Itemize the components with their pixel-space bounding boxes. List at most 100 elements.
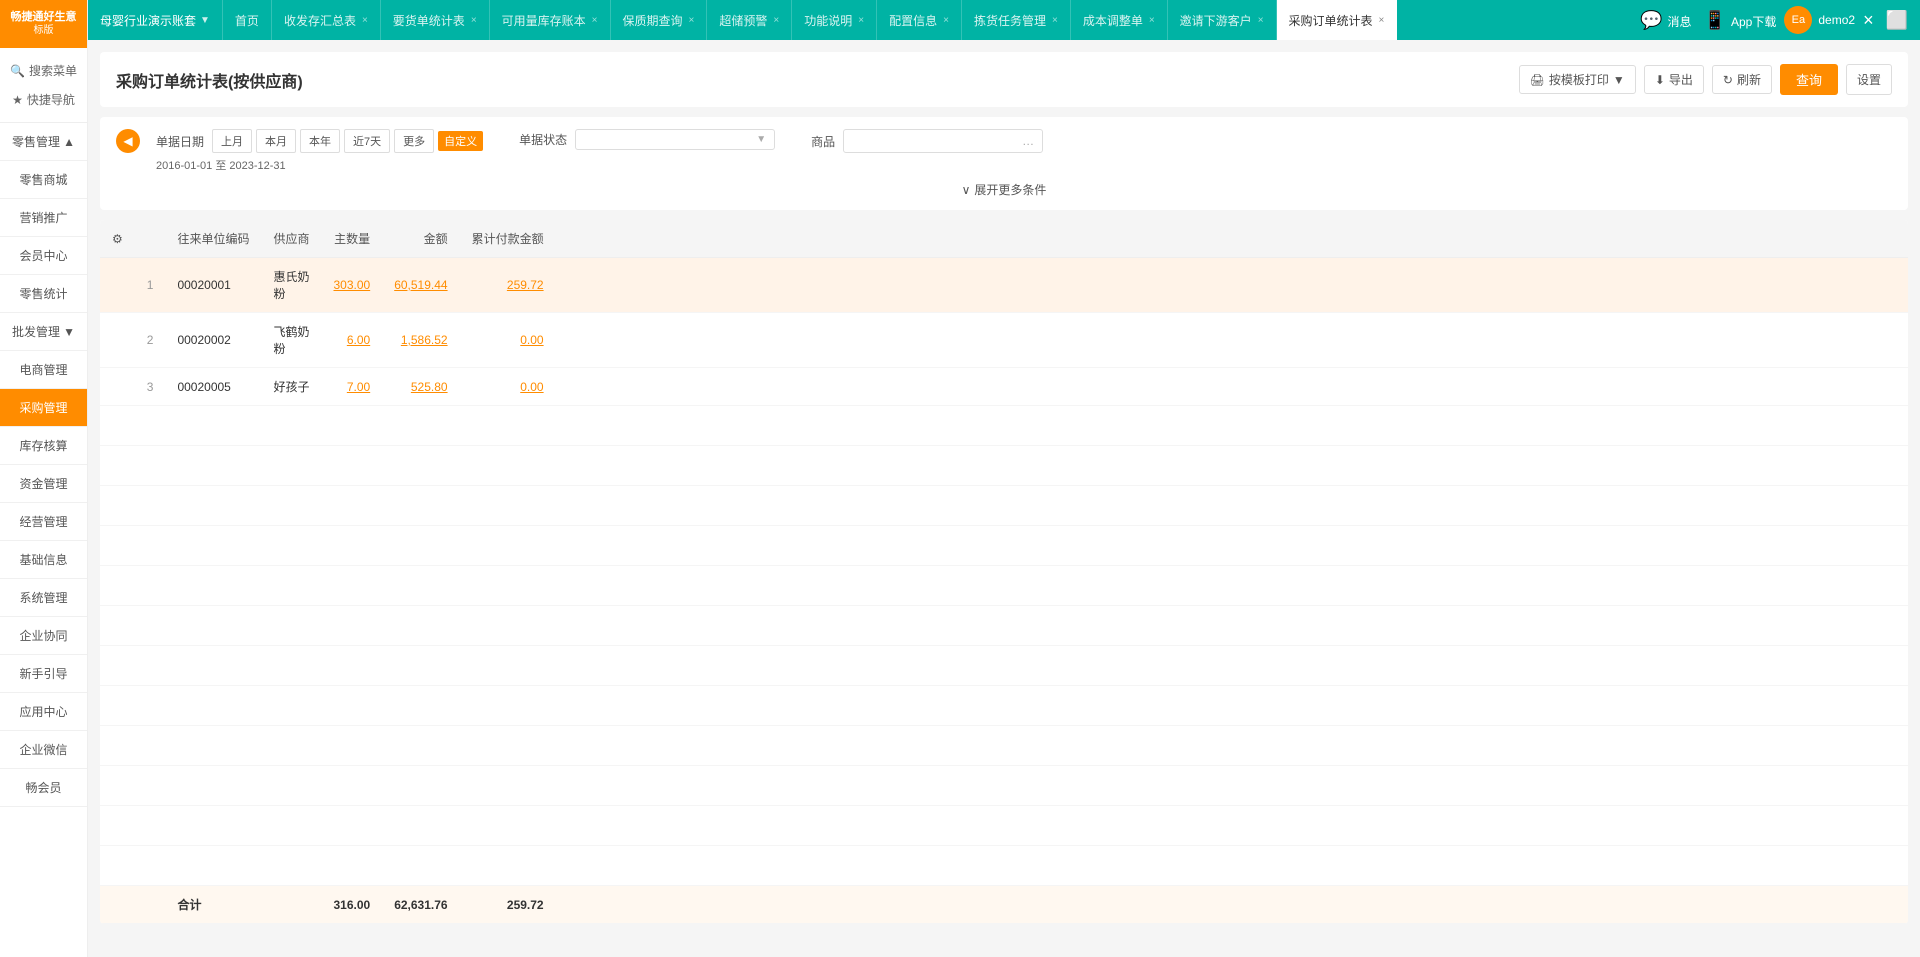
sidebar-item-app-center[interactable]: 应用中心 (0, 693, 87, 731)
empty-row (100, 846, 1908, 886)
data-table-container: ⚙ 往来单位编码 供应商 主数量 金额 累计付款金额 1 (100, 220, 1908, 924)
empty-row (100, 686, 1908, 726)
status-select[interactable]: ▼ (575, 129, 775, 150)
sidebar-item-operations[interactable]: 经营管理 (0, 503, 87, 541)
sidebar-item-basic-info[interactable]: 基础信息 (0, 541, 87, 579)
sidebar-item-enterprise[interactable]: 企业协同 (0, 617, 87, 655)
date-btn-7days[interactable]: 近7天 (344, 129, 390, 153)
amount-link[interactable]: 525.80 (411, 380, 448, 394)
sidebar-item-finance[interactable]: 资金管理 (0, 465, 87, 503)
tab-close-icon[interactable]: × (1379, 15, 1385, 26)
qty-link[interactable]: 6.00 (347, 333, 370, 347)
product-input[interactable]: … (843, 129, 1043, 153)
sidebar-item-member-center[interactable]: 会员中心 (0, 237, 87, 275)
tab-close-icon[interactable]: × (943, 15, 949, 26)
payment-link[interactable]: 259.72 (507, 278, 544, 292)
tab-config-info[interactable]: 配置信息 × (877, 0, 962, 40)
tab-invite-downstream[interactable]: 邀请下游客户 × (1168, 0, 1277, 40)
tab-close-icon[interactable]: × (689, 15, 695, 26)
tab-close-icon[interactable]: × (362, 15, 368, 26)
chevron-down-icon: ∨ (962, 183, 971, 197)
sidebar-item-ecommerce[interactable]: 电商管理 (0, 351, 87, 389)
query-btn[interactable]: 查询 (1780, 64, 1838, 95)
payment-link[interactable]: 0.00 (520, 380, 543, 394)
tab-usable-inventory[interactable]: 可用量库存账本 × (490, 0, 611, 40)
th-supplier-name: 供应商 (261, 220, 321, 258)
date-btn-more[interactable]: 更多 (394, 129, 434, 153)
chevron-down-icon: ▼ (63, 325, 75, 339)
sidebar-item-retail-shop[interactable]: 零售商城 (0, 161, 87, 199)
maximize-window-btn[interactable]: ⬜ (1882, 6, 1912, 35)
td-supplier-name: 飞鹤奶粉 (261, 313, 321, 368)
status-filter-group: 单据状态 ▼ (519, 129, 775, 150)
amount-link[interactable]: 60,519.44 (394, 278, 447, 292)
td-amount: 60,519.44 (382, 258, 459, 313)
sidebar-item-purchase[interactable]: 采购管理 (0, 389, 87, 427)
search-menu-item[interactable]: 🔍 搜索菜单 (4, 56, 83, 85)
footer-cumulative-payment: 259.72 (460, 886, 556, 924)
sidebar-item-label: 库存核算 (19, 437, 67, 454)
date-btn-this-month[interactable]: 本月 (256, 129, 296, 153)
sidebar-item-retail-manage[interactable]: 零售管理 ▲ (0, 123, 87, 161)
settings-btn[interactable]: 设置 (1846, 64, 1892, 95)
empty-row (100, 766, 1908, 806)
td-main-qty: 303.00 (321, 258, 382, 313)
tab-pick-task[interactable]: 拣货任务管理 × (962, 0, 1071, 40)
close-window-btn[interactable]: × (1859, 6, 1878, 35)
td-settings (100, 258, 135, 313)
tab-close-icon[interactable]: × (858, 15, 864, 26)
date-btn-this-year[interactable]: 本年 (300, 129, 340, 153)
tab-function-desc[interactable]: 功能说明 × (792, 0, 877, 40)
refresh-btn[interactable]: ↻ 刷新 (1712, 65, 1772, 94)
td-cumulative-payment: 0.00 (460, 313, 556, 368)
collapse-filter-btn[interactable]: ◀ (116, 129, 140, 153)
tab-cost-adjust[interactable]: 成本调整单 × (1071, 0, 1168, 40)
sidebar-item-system[interactable]: 系统管理 (0, 579, 87, 617)
app-download-btn[interactable]: 📱 App下载 (1700, 6, 1781, 35)
tab-purchase-stats[interactable]: 采购订单统计表 × (1277, 0, 1398, 40)
payment-link[interactable]: 0.00 (520, 333, 543, 347)
quick-nav-item[interactable]: ★ 快捷导航 (4, 85, 83, 114)
tab-overstock[interactable]: 超储预警 × (707, 0, 792, 40)
page-title: 采购订单统计表(按供应商) (116, 68, 303, 92)
tab-close-icon[interactable]: × (1052, 15, 1058, 26)
th-settings[interactable]: ⚙ (100, 220, 135, 258)
sidebar-item-new-guide[interactable]: 新手引导 (0, 655, 87, 693)
tab-home[interactable]: 首页 (223, 0, 272, 40)
print-btn[interactable]: 🖨 按模板打印 ▼ (1519, 65, 1636, 94)
sidebar-item-inventory[interactable]: 库存核算 (0, 427, 87, 465)
export-label: 导出 (1669, 71, 1693, 88)
td-supplier-code: 00020002 (165, 313, 261, 368)
date-btn-last-month[interactable]: 上月 (212, 129, 252, 153)
sidebar-item-retail-stats[interactable]: 零售统计 (0, 275, 87, 313)
logo-text: 畅捷通好生意标版 (11, 11, 77, 37)
sidebar-item-wholesale[interactable]: 批发管理 ▼ (0, 313, 87, 351)
tab-close-icon[interactable]: × (592, 15, 598, 26)
avatar-initials: Ea (1792, 14, 1805, 26)
sidebar-item-enterprise-wechat[interactable]: 企业微信 (0, 731, 87, 769)
user-section[interactable]: Ea demo2 (1784, 6, 1855, 34)
qty-link[interactable]: 303.00 (333, 278, 370, 292)
workspace-selector[interactable]: 母婴行业演示账套 ▼ (88, 0, 223, 40)
tab-close-icon[interactable]: × (1258, 15, 1264, 26)
tab-close-icon[interactable]: × (773, 15, 779, 26)
tab-collect-send[interactable]: 收发存汇总表 × (272, 0, 381, 40)
amount-link[interactable]: 1,586.52 (401, 333, 448, 347)
tab-close-icon[interactable]: × (471, 15, 477, 26)
tab-label: 配置信息 (889, 12, 937, 29)
print-label: 按模板打印 (1549, 71, 1609, 88)
qty-link[interactable]: 7.00 (347, 380, 370, 394)
tab-goods-stats[interactable]: 要货单统计表 × (381, 0, 490, 40)
query-label: 查询 (1796, 73, 1822, 88)
td-settings (100, 368, 135, 406)
tab-expiry-query[interactable]: 保质期查询 × (611, 0, 708, 40)
tab-close-icon[interactable]: × (1149, 15, 1155, 26)
expand-more-label: 展开更多条件 (974, 181, 1046, 198)
star-icon: ★ (12, 93, 23, 107)
sidebar-item-marketing[interactable]: 营销推广 (0, 199, 87, 237)
settings-icon: ⚙ (112, 232, 123, 246)
expand-more-btn[interactable]: ∨ 展开更多条件 (962, 181, 1047, 198)
export-btn[interactable]: ⬇ 导出 (1644, 65, 1704, 94)
sidebar-item-member[interactable]: 畅会员 (0, 769, 87, 807)
message-btn[interactable]: 💬 消息 (1636, 6, 1695, 35)
